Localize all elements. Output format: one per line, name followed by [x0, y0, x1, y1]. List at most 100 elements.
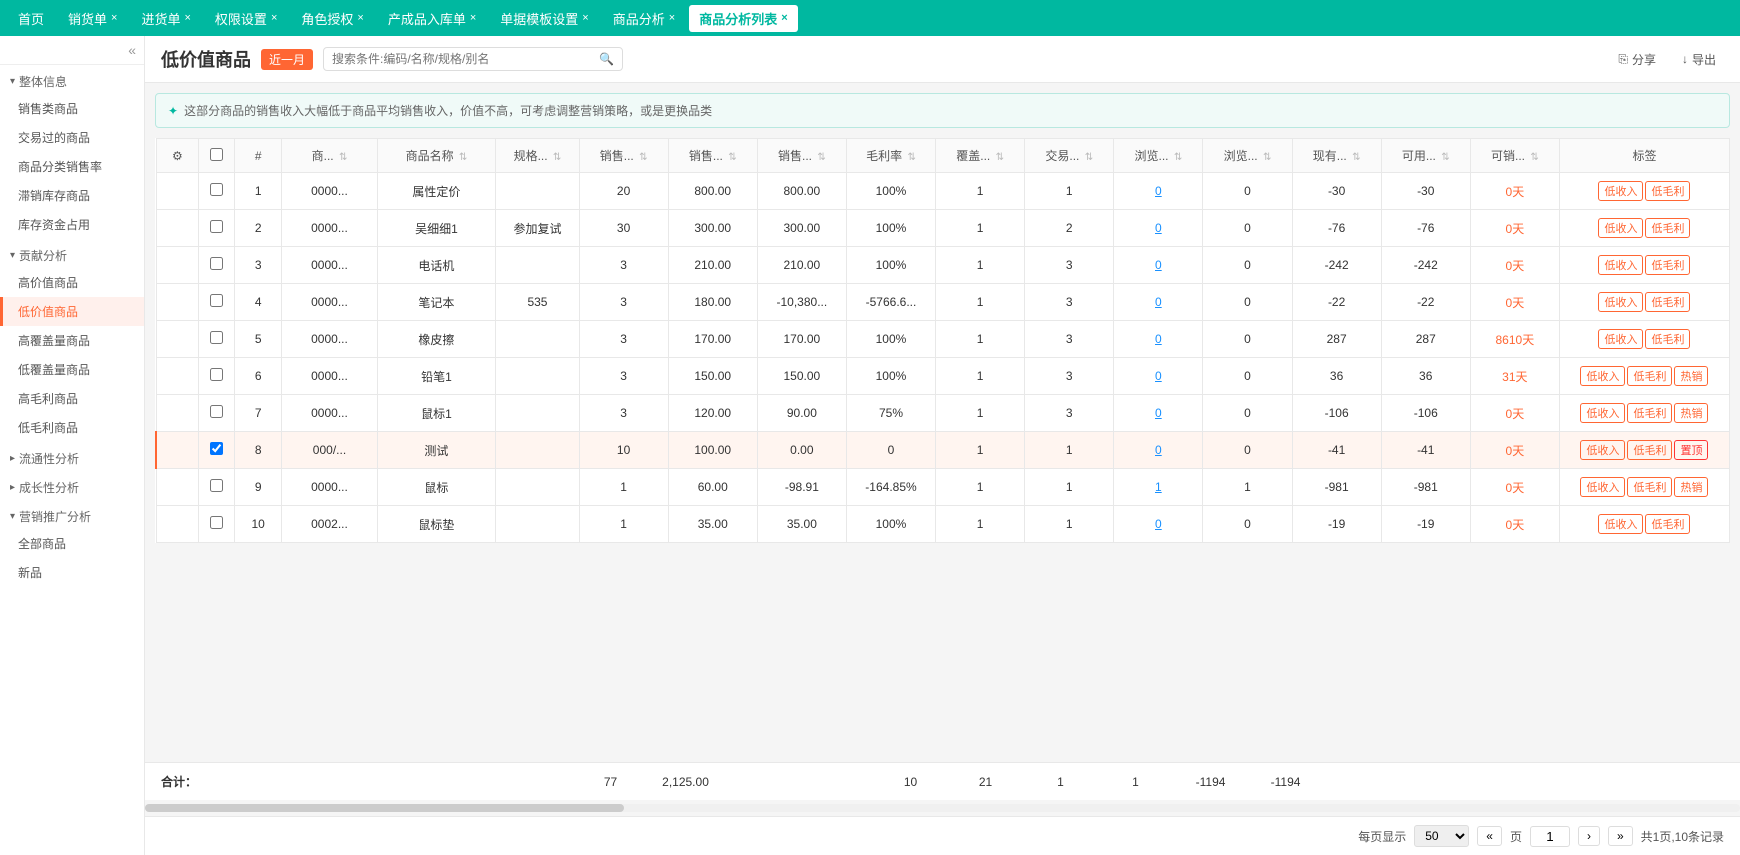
- col-stock3-cell: 0天: [1470, 247, 1559, 284]
- col-header-sales2[interactable]: 销售... ⇅: [668, 139, 757, 173]
- row-checkbox[interactable]: [210, 479, 223, 492]
- nav-close-icon[interactable]: ×: [184, 12, 190, 24]
- select-all-checkbox[interactable]: [210, 148, 223, 161]
- col-header-stock2[interactable]: 可用... ⇅: [1381, 139, 1470, 173]
- col-header-view2[interactable]: 浏览... ⇅: [1203, 139, 1292, 173]
- row-checkbox[interactable]: [210, 442, 223, 455]
- nav-close-icon[interactable]: ×: [781, 12, 787, 24]
- row-checkbox[interactable]: [210, 405, 223, 418]
- row-checkbox[interactable]: [210, 257, 223, 270]
- sidebar-group-marketing[interactable]: ▾ 营销推广分析: [0, 500, 144, 529]
- nav-close-icon[interactable]: ×: [470, 12, 476, 24]
- scrollbar-thumb[interactable]: [145, 804, 624, 812]
- row-checkbox[interactable]: [210, 516, 223, 529]
- nav-home[interactable]: 首页: [8, 5, 54, 32]
- col-header-stock3[interactable]: 可销... ⇅: [1470, 139, 1559, 173]
- col-num-cell: 5: [234, 321, 282, 358]
- col-header-spec[interactable]: 规格... ⇅: [496, 139, 579, 173]
- sidebar-group-contribution[interactable]: ▾ 贡献分析: [0, 239, 144, 268]
- col-cover-cell: 1: [936, 395, 1025, 432]
- sidebar-item-sales-category[interactable]: 销售类商品: [0, 94, 144, 123]
- sidebar-item-low-margin[interactable]: 低毛利商品: [0, 413, 144, 442]
- view-link[interactable]: 0: [1155, 184, 1162, 198]
- sidebar-item-low-coverage[interactable]: 低覆盖量商品: [0, 355, 144, 384]
- sidebar-collapse-btn[interactable]: «: [128, 42, 136, 58]
- nav-permissions[interactable]: 权限设置 ×: [205, 5, 287, 32]
- col-view2-cell: 0: [1203, 247, 1292, 284]
- next-page-btn[interactable]: ›: [1578, 826, 1600, 846]
- nav-product-analysis[interactable]: 商品分析 ×: [603, 5, 685, 32]
- col-header-stock1[interactable]: 现有... ⇅: [1292, 139, 1381, 173]
- filter-tag[interactable]: 近一月: [261, 49, 313, 70]
- page-input[interactable]: [1530, 826, 1570, 847]
- sidebar-item-stock-funds[interactable]: 库存资金占用: [0, 210, 144, 239]
- col-header-code[interactable]: 商... ⇅: [282, 139, 377, 173]
- row-checkbox[interactable]: [210, 220, 223, 233]
- row-checkbox[interactable]: [210, 368, 223, 381]
- col-header-sales3[interactable]: 销售... ⇅: [757, 139, 846, 173]
- view-link[interactable]: 0: [1155, 295, 1162, 309]
- data-table: ⚙ # 商... ⇅ 商品名称 ⇅ 规格... ⇅ 销售... ⇅ 销售... …: [155, 138, 1730, 543]
- sidebar-item-all-products[interactable]: 全部商品: [0, 529, 144, 558]
- view-link[interactable]: 0: [1155, 517, 1162, 531]
- collapse-arrow-icon: ▾: [10, 76, 15, 87]
- view-link[interactable]: 0: [1155, 406, 1162, 420]
- sidebar-item-high-margin[interactable]: 高毛利商品: [0, 384, 144, 413]
- view-link[interactable]: 0: [1155, 369, 1162, 383]
- product-tag: 低毛利: [1645, 514, 1690, 534]
- first-page-btn[interactable]: «: [1477, 826, 1502, 846]
- sidebar: « ▾ 整体信息 销售类商品 交易过的商品 商品分类销售率 滞销库存商品 库存资…: [0, 36, 145, 855]
- last-page-btn[interactable]: »: [1608, 826, 1633, 846]
- col-cover-cell: 1: [936, 247, 1025, 284]
- share-button[interactable]: ⎘ 分享: [1610, 47, 1664, 72]
- view-link[interactable]: 0: [1155, 443, 1162, 457]
- export-button[interactable]: ↓ 导出: [1674, 47, 1724, 72]
- sidebar-group-overall[interactable]: ▾ 整体信息: [0, 65, 144, 94]
- horizontal-scrollbar[interactable]: [145, 804, 1740, 812]
- view-link[interactable]: 0: [1155, 258, 1162, 272]
- col-name-cell: 笔记本: [377, 284, 496, 321]
- view-link[interactable]: 0: [1155, 221, 1162, 235]
- col-sales1-cell: 30: [579, 210, 668, 247]
- col-stock2-cell: -76: [1381, 210, 1470, 247]
- nav-roles[interactable]: 角色授权 ×: [291, 5, 373, 32]
- sidebar-item-slow-stock[interactable]: 滞销库存商品: [0, 181, 144, 210]
- nav-products-in[interactable]: 产成品入库单 ×: [378, 5, 486, 32]
- sidebar-item-high-coverage[interactable]: 高覆盖量商品: [0, 326, 144, 355]
- nav-sales-order[interactable]: 销货单 ×: [58, 5, 127, 32]
- sidebar-item-new-products[interactable]: 新品: [0, 558, 144, 587]
- col-stock2-cell: 36: [1381, 358, 1470, 395]
- sidebar-item-category-sales-rate[interactable]: 商品分类销售率: [0, 152, 144, 181]
- sidebar-group-growth[interactable]: ▸ 成长性分析: [0, 471, 144, 500]
- page-size-select[interactable]: 50 100 200: [1414, 825, 1469, 847]
- col-header-name[interactable]: 商品名称 ⇅: [377, 139, 496, 173]
- nav-close-icon[interactable]: ×: [669, 12, 675, 24]
- nav-close-icon[interactable]: ×: [582, 12, 588, 24]
- col-trade-cell: 3: [1025, 284, 1114, 321]
- search-icon[interactable]: 🔍: [599, 52, 614, 66]
- col-header-view1[interactable]: 浏览... ⇅: [1114, 139, 1203, 173]
- col-header-settings[interactable]: ⚙: [156, 139, 199, 173]
- col-stock3-cell: 0天: [1470, 506, 1559, 543]
- row-checkbox[interactable]: [210, 331, 223, 344]
- sidebar-group-flow[interactable]: ▸ 流通性分析: [0, 442, 144, 471]
- col-header-cover[interactable]: 覆盖... ⇅: [936, 139, 1025, 173]
- col-header-gross-rate[interactable]: 毛利率 ⇅: [846, 139, 935, 173]
- view-link[interactable]: 0: [1155, 332, 1162, 346]
- sidebar-item-traded[interactable]: 交易过的商品: [0, 123, 144, 152]
- nav-close-icon[interactable]: ×: [111, 12, 117, 24]
- nav-purchase[interactable]: 进货单 ×: [131, 5, 200, 32]
- nav-close-icon[interactable]: ×: [271, 12, 277, 24]
- sidebar-item-low-value[interactable]: 低价值商品: [0, 297, 144, 326]
- view-link[interactable]: 1: [1155, 480, 1162, 494]
- nav-template[interactable]: 单据模板设置 ×: [490, 5, 598, 32]
- col-header-sales1[interactable]: 销售... ⇅: [579, 139, 668, 173]
- nav-product-analysis-list[interactable]: 商品分析列表 ×: [689, 5, 797, 32]
- row-checkbox[interactable]: [210, 294, 223, 307]
- header-actions: ⎘ 分享 ↓ 导出: [1610, 47, 1724, 72]
- sidebar-item-high-value[interactable]: 高价值商品: [0, 268, 144, 297]
- row-checkbox[interactable]: [210, 183, 223, 196]
- nav-close-icon[interactable]: ×: [357, 12, 363, 24]
- col-header-trade[interactable]: 交易... ⇅: [1025, 139, 1114, 173]
- search-input[interactable]: [332, 52, 595, 66]
